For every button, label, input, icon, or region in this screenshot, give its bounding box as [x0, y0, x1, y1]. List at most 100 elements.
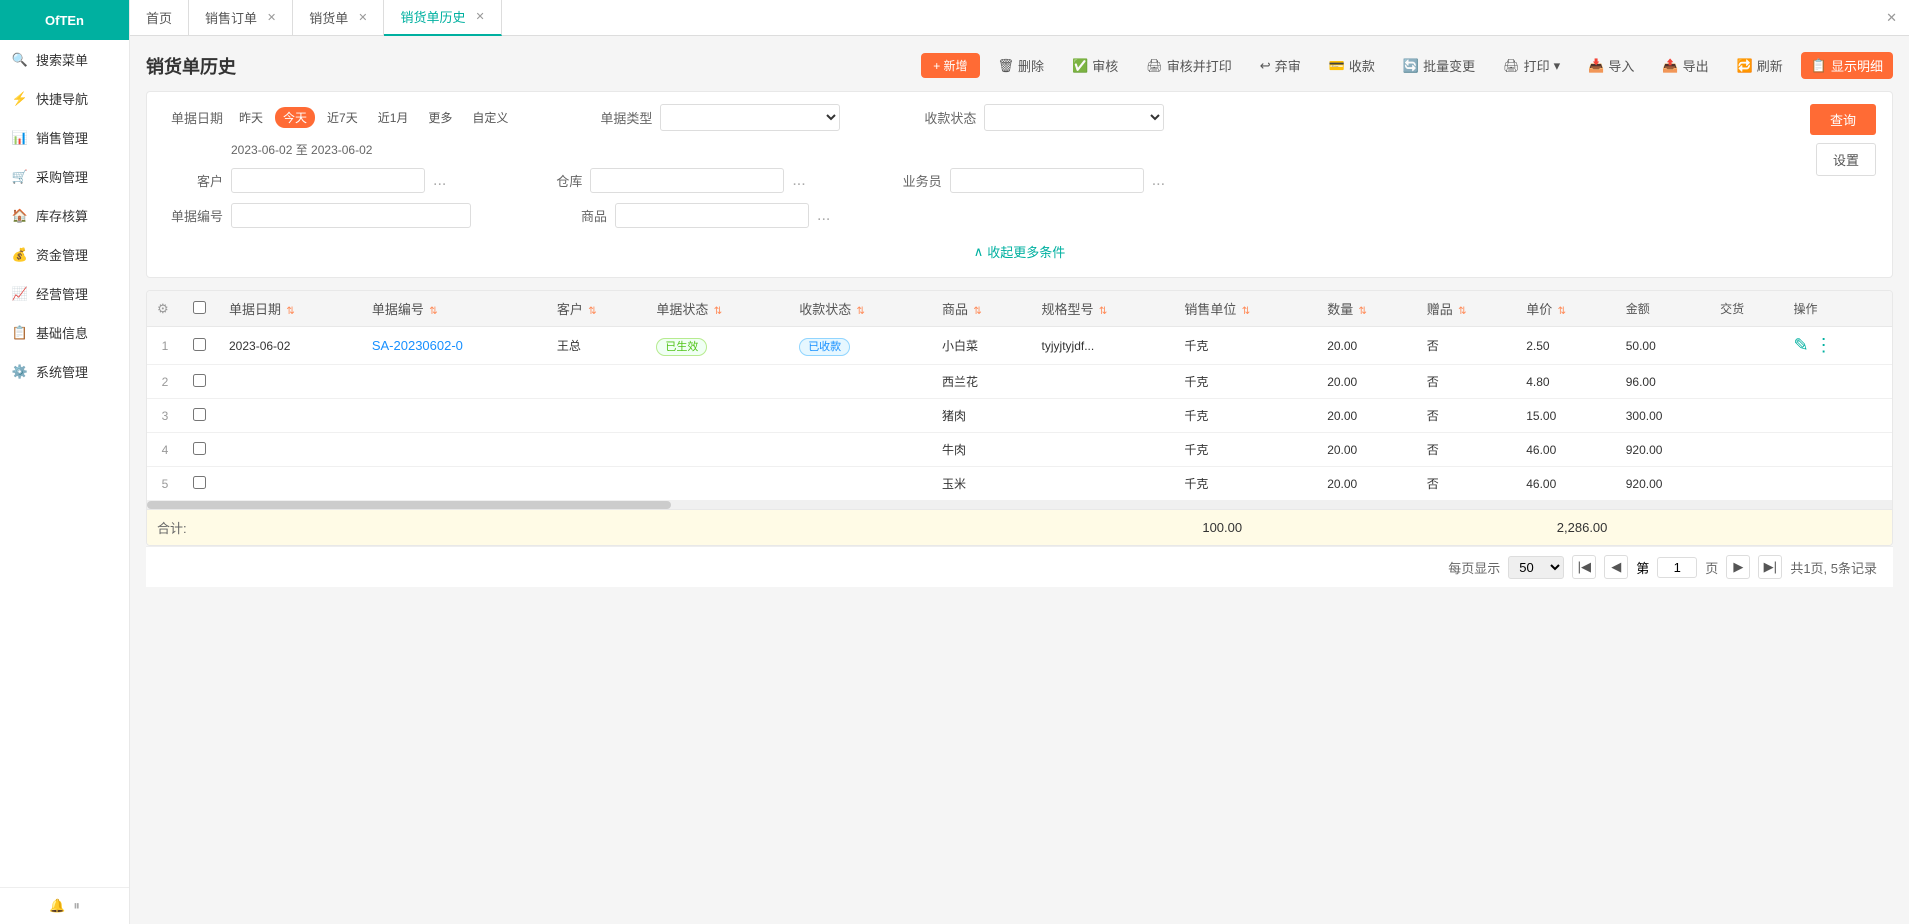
shortcut-1month[interactable]: 近1月: [370, 107, 417, 128]
review-print-button[interactable]: 🖨 审核并打印: [1136, 52, 1242, 79]
tab-home[interactable]: 首页: [130, 0, 189, 36]
warehouse-input[interactable]: [590, 168, 784, 193]
tab-sales-delivery-label: 销货单: [309, 8, 348, 27]
sort-customer-icon[interactable]: ⇅: [588, 306, 596, 317]
tab-sales-history[interactable]: 销货单历史 ✕: [384, 0, 501, 36]
first-page-btn[interactable]: |◀: [1572, 555, 1596, 579]
sort-doc-date-icon[interactable]: ⇅: [286, 306, 294, 317]
row-checkbox[interactable]: [193, 408, 206, 421]
next-page-btn[interactable]: ▶: [1726, 555, 1750, 579]
collect-status-select[interactable]: [984, 104, 1164, 131]
more-action-btn[interactable]: ⋮: [1815, 335, 1833, 355]
filter-customer-item: 客户 ...: [163, 168, 446, 193]
filter-warehouse-item: 仓库 ...: [522, 168, 805, 193]
collapse-button[interactable]: ∧ 收起更多条件: [163, 238, 1876, 265]
customer-dots[interactable]: ...: [433, 172, 446, 190]
refresh-icon: 🔁: [1737, 58, 1753, 74]
row-qty: 20.00: [1317, 433, 1417, 467]
customer-input[interactable]: [231, 168, 425, 193]
sort-goods-icon[interactable]: ⇅: [973, 306, 981, 317]
tab-sales-order-close[interactable]: ✕: [267, 11, 276, 24]
doc-num-input[interactable]: [231, 203, 471, 228]
sort-collect-status-icon[interactable]: ⇅: [857, 306, 865, 317]
batch-change-button[interactable]: 🔄 批量变更: [1393, 52, 1485, 79]
print-button[interactable]: 🖨 打印 ▾: [1493, 52, 1570, 79]
shortcut-today[interactable]: 今天: [275, 107, 315, 128]
tab-sales-history-close[interactable]: ✕: [476, 10, 485, 23]
sidebar-item-basic-info[interactable]: 📋 基础信息: [0, 313, 129, 352]
select-all-checkbox[interactable]: [193, 301, 206, 314]
warehouse-dots[interactable]: ...: [792, 172, 805, 190]
tab-bar: 首页 销售订单 ✕ 销货单 ✕ 销货单历史 ✕ ✕: [130, 0, 1909, 36]
shortcut-yesterday[interactable]: 昨天: [231, 107, 271, 128]
staff-input[interactable]: [950, 168, 1144, 193]
sort-unit-price-icon[interactable]: ⇅: [1558, 306, 1566, 317]
page-number-input[interactable]: 1: [1657, 557, 1697, 578]
sidebar-item-finance-mgmt[interactable]: 💰 资金管理: [0, 235, 129, 274]
doc-type-select[interactable]: [660, 104, 840, 131]
sort-spec-icon[interactable]: ⇅: [1099, 306, 1107, 317]
sidebar-item-search-menu[interactable]: 🔍 搜索菜单: [0, 40, 129, 79]
show-detail-button[interactable]: 📋 显示明细: [1801, 52, 1893, 79]
abandon-button[interactable]: ↩ 弃审: [1250, 52, 1311, 79]
shortcut-7days[interactable]: 近7天: [319, 107, 366, 128]
review-button[interactable]: ✅ 审核: [1062, 52, 1128, 79]
row-goods: 猪肉: [932, 399, 1032, 433]
prev-page-btn[interactable]: ◀: [1604, 555, 1628, 579]
sidebar-footer-icon1[interactable]: 🔔: [49, 898, 65, 914]
row-transaction: [1710, 467, 1783, 501]
operations-icon: 📈: [12, 286, 28, 302]
tab-sales-delivery-close[interactable]: ✕: [358, 11, 367, 24]
doc-num-link[interactable]: SA-20230602-0: [372, 338, 463, 353]
settings-button[interactable]: 设置: [1816, 143, 1876, 176]
sort-gift-icon[interactable]: ⇅: [1458, 306, 1466, 317]
import-button[interactable]: 📥 导入: [1578, 52, 1644, 79]
sidebar-footer-icon2[interactable]: ⏸: [73, 898, 80, 914]
sidebar-item-quick-nav[interactable]: ⚡ 快捷导航: [0, 79, 129, 118]
row-checkbox[interactable]: [193, 338, 206, 351]
filter-row-3: 单据编号 商品 ...: [163, 203, 1810, 228]
row-collect-status: [789, 365, 932, 399]
shortcut-more[interactable]: 更多: [420, 107, 460, 128]
scrollbar-thumb[interactable]: [147, 501, 671, 509]
sidebar-item-purchase-mgmt[interactable]: 🛒 采购管理: [0, 157, 129, 196]
goods-input[interactable]: [615, 203, 809, 228]
table-settings-icon[interactable]: ⚙: [157, 301, 169, 316]
row-doc-status: [646, 365, 789, 399]
sidebar: OfTEn 🔍 搜索菜单 ⚡ 快捷导航 📊 销售管理 🛒 采购管理 🏠 库存核算…: [0, 0, 130, 924]
sidebar-item-inventory-calc[interactable]: 🏠 库存核算: [0, 196, 129, 235]
last-page-btn[interactable]: ▶|: [1758, 555, 1782, 579]
row-qty: 20.00: [1317, 399, 1417, 433]
doc-num-label: 单据编号: [163, 206, 223, 225]
row-checkbox[interactable]: [193, 442, 206, 455]
sidebar-item-sales-mgmt[interactable]: 📊 销售管理: [0, 118, 129, 157]
new-button[interactable]: + 新增: [921, 53, 979, 78]
pagination: 每页显示 50 100 200 |◀ ◀ 第 1 页 ▶ ▶| 共1页, 5条记…: [146, 546, 1893, 587]
sort-qty-icon[interactable]: ⇅: [1359, 306, 1367, 317]
sidebar-item-operations-mgmt[interactable]: 📈 经营管理: [0, 274, 129, 313]
refresh-button[interactable]: 🔁 刷新: [1727, 52, 1793, 79]
row-num-cell: 2: [147, 365, 183, 399]
tab-sales-delivery[interactable]: 销货单 ✕: [293, 0, 384, 36]
edit-action-btn[interactable]: ✎: [1793, 335, 1808, 355]
tab-sales-order[interactable]: 销售订单 ✕: [189, 0, 293, 36]
tab-bar-close-btn[interactable]: ✕: [1874, 10, 1909, 26]
delete-button[interactable]: 🗑 删除: [988, 52, 1055, 79]
row-amount: 920.00: [1616, 433, 1710, 467]
staff-dots[interactable]: ...: [1152, 172, 1165, 190]
goods-dots[interactable]: ...: [817, 207, 830, 225]
horizontal-scrollbar[interactable]: [147, 501, 1892, 509]
sidebar-item-sys-mgmt[interactable]: ⚙️ 系统管理: [0, 352, 129, 391]
sort-doc-num-icon[interactable]: ⇅: [429, 306, 437, 317]
sort-unit-icon[interactable]: ⇅: [1242, 306, 1250, 317]
row-checkbox[interactable]: [193, 374, 206, 387]
shortcut-custom[interactable]: 自定义: [464, 107, 516, 128]
sort-doc-status-icon[interactable]: ⇅: [714, 306, 722, 317]
sidebar-item-label: 经营管理: [36, 284, 88, 303]
row-num-cell: 1: [147, 327, 183, 365]
collect-button[interactable]: 💳 收款: [1319, 52, 1385, 79]
per-page-select[interactable]: 50 100 200: [1508, 556, 1564, 579]
row-checkbox[interactable]: [193, 476, 206, 489]
export-button[interactable]: 📤 导出: [1652, 52, 1718, 79]
query-button[interactable]: 查询: [1810, 104, 1876, 135]
